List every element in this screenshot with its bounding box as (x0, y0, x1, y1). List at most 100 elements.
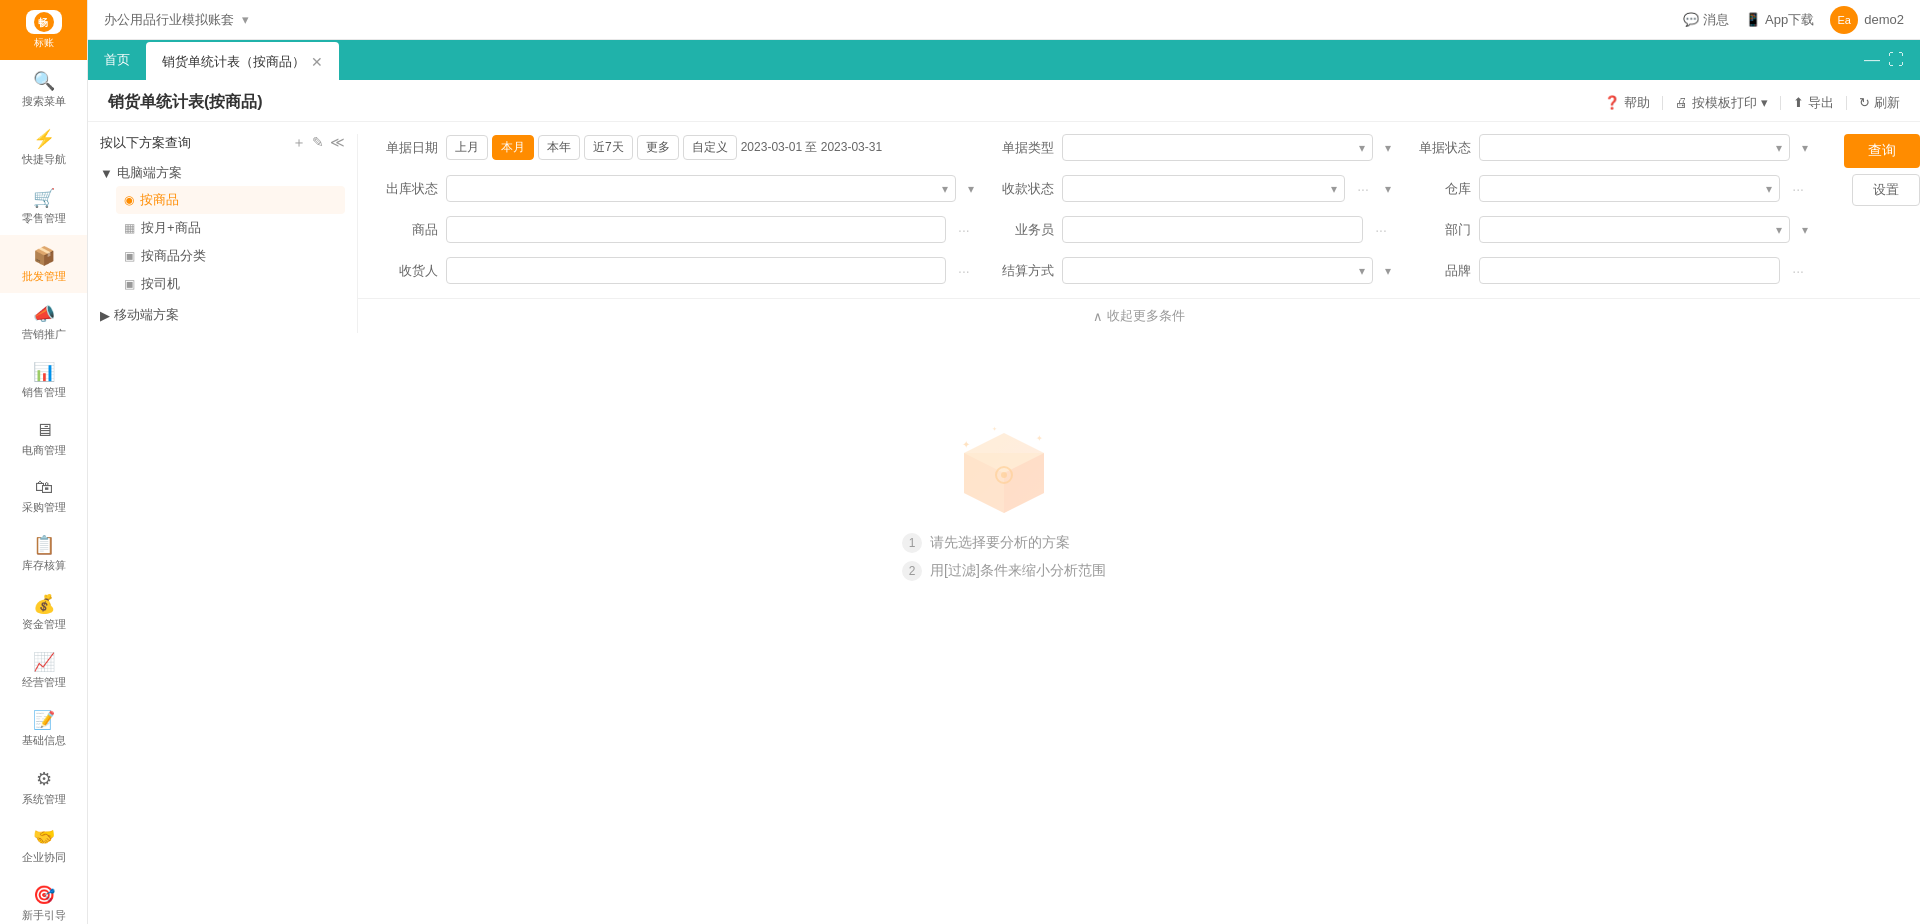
stock-status-select-wrapper: 已出库 (446, 175, 956, 202)
date-btn-this-year[interactable]: 本年 (538, 135, 580, 160)
query-button[interactable]: 查询 (1844, 134, 1920, 168)
user-area[interactable]: Ea demo2 (1830, 6, 1904, 34)
sidebar-item-label: 电商管理 (22, 443, 66, 457)
sidebar-item-ecommerce[interactable]: 🖥 电商管理 (0, 410, 87, 467)
warehouse-input[interactable] (1479, 175, 1780, 202)
goods-input[interactable] (446, 216, 946, 243)
tab-stats[interactable]: 销货单统计表（按商品） ✕ (146, 42, 339, 82)
date-btn-7days[interactable]: 近7天 (584, 135, 633, 160)
radio-active-icon: ◉ (124, 193, 134, 207)
goods-ellipsis-icon[interactable]: ··· (954, 218, 974, 242)
print-dropdown-icon[interactable]: ▾ (1761, 95, 1768, 110)
messages-button[interactable]: 💬 消息 (1683, 11, 1729, 29)
collapse-bar[interactable]: ∧ 收起更多条件 (358, 298, 1920, 333)
sidebar-item-purchase[interactable]: 🛍 采购管理 (0, 467, 87, 524)
settlement-label: 结算方式 (994, 262, 1054, 280)
sidebar-item-operations[interactable]: 📈 经营管理 (0, 641, 87, 699)
filter-scheme-panel: 按以下方案查询 ＋ ✎ ≪ ▼ 电脑端方案 (88, 134, 358, 333)
scheme-by-goods-category[interactable]: ▣ 按商品分类 (116, 242, 345, 270)
payment-status-dropdown-icon[interactable]: ▾ (1385, 182, 1391, 196)
svg-text:✦: ✦ (962, 439, 970, 450)
tab-expand-area: — ⛶ (1864, 51, 1920, 69)
refresh-button[interactable]: ↻ 刷新 (1859, 94, 1900, 112)
help-button[interactable]: ❓ 帮助 (1604, 94, 1650, 112)
divider3 (1846, 96, 1847, 110)
scheme-by-month-goods[interactable]: ▦ 按月+商品 (116, 214, 345, 242)
sidebar-item-guide[interactable]: 🎯 新手引导 (0, 874, 87, 924)
guide-icon: 🎯 (33, 884, 55, 906)
date-label: 单据日期 (378, 139, 438, 157)
export-icon: ⬆ (1793, 95, 1804, 110)
doc-status-label: 单据状态 (1411, 139, 1471, 157)
tab-minimize-button[interactable]: — (1864, 51, 1880, 69)
sidebar-item-label: 库存核算 (22, 558, 66, 572)
settlement-input[interactable] (1062, 257, 1373, 284)
ecommerce-icon: 🖥 (35, 420, 53, 441)
settlement-dropdown-icon[interactable]: ▾ (1385, 264, 1391, 278)
empty-illustration: ✦ ✦ ✦ (944, 413, 1064, 513)
sidebar-item-wholesale[interactable]: 📦 批发管理 (0, 235, 87, 293)
top-header: 办公用品行业模拟账套 ▾ 💬 消息 📱 App下载 Ea demo2 (88, 0, 1920, 40)
sidebar-item-search[interactable]: 🔍 搜索菜单 (0, 60, 87, 118)
sidebar-item-quicknav[interactable]: ⚡ 快捷导航 (0, 118, 87, 176)
system-icon: ⚙ (36, 768, 52, 790)
date-btn-more[interactable]: 更多 (637, 135, 679, 160)
doc-type-input[interactable]: 销货单 (1062, 134, 1373, 161)
stock-status-input[interactable]: 已出库 (446, 175, 956, 202)
settings-button[interactable]: 设置 (1852, 174, 1920, 206)
add-scheme-icon[interactable]: ＋ (292, 134, 306, 152)
stock-status-dropdown-icon[interactable]: ▾ (968, 182, 974, 196)
sidebar-item-basic[interactable]: 📝 基础信息 (0, 699, 87, 757)
finance-icon: 💰 (33, 593, 55, 615)
collapse-scheme-icon[interactable]: ≪ (330, 134, 345, 152)
logo-text: 标账 (34, 36, 54, 50)
tab-maximize-button[interactable]: ⛶ (1888, 51, 1904, 69)
date-btn-custom[interactable]: 自定义 (683, 135, 737, 160)
department-dropdown-icon[interactable]: ▾ (1802, 223, 1808, 237)
department-input[interactable] (1479, 216, 1790, 243)
payment-status-input[interactable] (1062, 175, 1345, 202)
sidebar-item-finance[interactable]: 💰 资金管理 (0, 583, 87, 641)
tip1-number: 1 (902, 533, 922, 553)
payment-status-ellipsis-icon[interactable]: ··· (1353, 177, 1373, 201)
scheme-by-clerk[interactable]: ▣ 按司机 (116, 270, 345, 298)
logo-area: 畅 标账 (0, 0, 87, 60)
divider (1662, 96, 1663, 110)
doc-type-dropdown-icon[interactable]: ▾ (1385, 141, 1391, 155)
arrow-right-icon: ▶ (100, 308, 110, 323)
desktop-scheme-parent[interactable]: ▼ 电脑端方案 (100, 160, 345, 186)
doc-status-input[interactable]: 已生效 (1479, 134, 1790, 161)
date-btn-last-month[interactable]: 上月 (446, 135, 488, 160)
salesperson-input[interactable] (1062, 216, 1363, 243)
chevron-down-icon[interactable]: ▾ (242, 12, 249, 27)
date-btn-this-month[interactable]: 本月 (492, 135, 534, 160)
doc-status-dropdown-icon[interactable]: ▾ (1802, 141, 1808, 155)
consignee-ellipsis-icon[interactable]: ··· (954, 259, 974, 283)
tab-home[interactable]: 首页 (88, 40, 146, 80)
payment-status-wrapper (1062, 175, 1345, 202)
tab-close-icon[interactable]: ✕ (311, 54, 323, 70)
salesperson-ellipsis-icon[interactable]: ··· (1371, 218, 1391, 242)
consignee-input[interactable] (446, 257, 946, 284)
warehouse-ellipsis-icon[interactable]: ··· (1788, 177, 1808, 201)
doc-type-label: 单据类型 (994, 139, 1054, 157)
desktop-scheme-children: ◉ 按商品 ▦ 按月+商品 ▣ 按商品分类 (100, 186, 345, 298)
tab-bar: 首页 销货单统计表（按商品） ✕ — ⛶ (88, 40, 1920, 80)
sidebar-item-system[interactable]: ⚙ 系统管理 (0, 758, 87, 816)
date-shortcuts: 上月 本月 本年 近7天 更多 自定义 (446, 135, 737, 160)
filter-row-1: 单据日期 上月 本月 本年 近7天 更多 自定义 (378, 134, 1808, 161)
print-button[interactable]: 🖨 按模板打印 ▾ (1675, 94, 1768, 112)
scheme-by-goods[interactable]: ◉ 按商品 (116, 186, 345, 214)
sidebar-item-sales[interactable]: 📊 销售管理 (0, 351, 87, 409)
sidebar-item-retail[interactable]: 🛒 零售管理 (0, 177, 87, 235)
doc-status-select-wrapper: 已生效 (1479, 134, 1790, 161)
brand-ellipsis-icon[interactable]: ··· (1788, 259, 1808, 283)
export-button[interactable]: ⬆ 导出 (1793, 94, 1834, 112)
brand-input[interactable] (1479, 257, 1780, 284)
sidebar-item-marketing[interactable]: 📣 营销推广 (0, 293, 87, 351)
mobile-scheme[interactable]: ▶ 移动端方案 (100, 298, 345, 332)
sidebar-item-inventory[interactable]: 📋 库存核算 (0, 524, 87, 582)
app-download-button[interactable]: 📱 App下载 (1745, 11, 1814, 29)
edit-scheme-icon[interactable]: ✎ (312, 134, 324, 152)
sidebar-item-enterprise[interactable]: 🤝 企业协同 (0, 816, 87, 874)
